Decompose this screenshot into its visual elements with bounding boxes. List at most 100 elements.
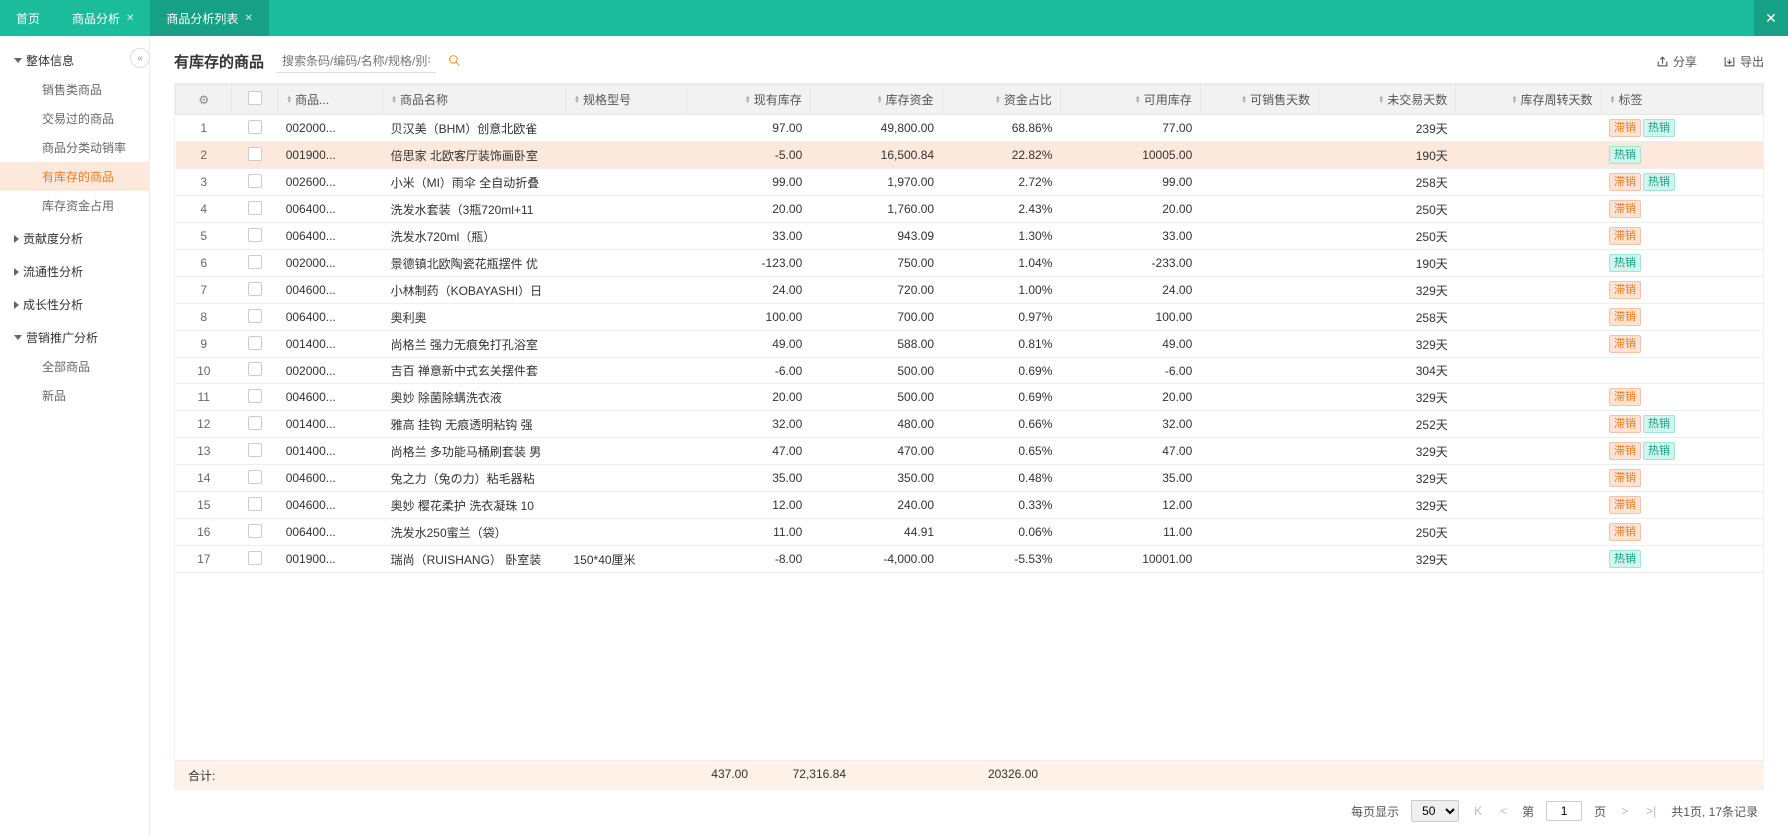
- table-row[interactable]: 16006400...洗发水250蜜兰（袋）11.0044.910.06%11.…: [176, 519, 1763, 546]
- sidebar-item[interactable]: 销售类商品: [0, 75, 149, 104]
- pagesize-select[interactable]: 50: [1411, 800, 1459, 822]
- sidebar-item[interactable]: 商品分类动销率: [0, 133, 149, 162]
- close-icon[interactable]: ✕: [126, 13, 134, 24]
- column-header-nodeal[interactable]: ▲▼未交易天数: [1319, 85, 1456, 115]
- table-row[interactable]: 15004600...奥妙 樱花柔护 洗衣凝珠 1012.00240.000.3…: [176, 492, 1763, 519]
- cell-turnover: [1456, 384, 1601, 411]
- search-input[interactable]: [276, 50, 436, 73]
- table-row[interactable]: 10002000...吉百 禅意新中式玄关摆件套-6.00500.000.69%…: [176, 358, 1763, 384]
- table-row[interactable]: 3002600...小米（MI）雨伞 全自动折叠99.001,970.002.7…: [176, 169, 1763, 196]
- row-checkbox[interactable]: [248, 228, 262, 242]
- tab-label: 商品分析: [72, 10, 120, 27]
- cell-code: 002600...: [278, 169, 383, 196]
- table-row[interactable]: 12001400...雅高 挂钩 无痕透明粘钩 强32.00480.000.66…: [176, 411, 1763, 438]
- cell-turnover: [1456, 411, 1601, 438]
- row-checkbox[interactable]: [248, 147, 262, 161]
- table-row[interactable]: 6002000...景德镇北欧陶瓷花瓶摆件 优-123.00750.001.04…: [176, 250, 1763, 277]
- table-row[interactable]: 13001400...尚格兰 多功能马桶刷套装 男47.00470.000.65…: [176, 438, 1763, 465]
- cell-stock: 33.00: [687, 223, 811, 250]
- row-checkbox[interactable]: [248, 470, 262, 484]
- gear-icon[interactable]: ⚙: [198, 93, 209, 107]
- pager-last-button[interactable]: >|: [1643, 804, 1659, 818]
- cell-capital: 500.00: [810, 384, 942, 411]
- row-checkbox[interactable]: [248, 120, 262, 134]
- cell-tags: 滞销: [1601, 492, 1762, 519]
- table-row[interactable]: 9001400...尚格兰 强力无痕免打孔浴室49.00588.000.81%4…: [176, 331, 1763, 358]
- search-icon[interactable]: [448, 54, 461, 70]
- column-header-code[interactable]: ▲▼商品...: [278, 85, 383, 115]
- row-check-cell: [232, 250, 278, 277]
- row-checkbox[interactable]: [248, 282, 262, 296]
- table-row[interactable]: 11004600...奥妙 除菌除螨洗衣液20.00500.000.69%20.…: [176, 384, 1763, 411]
- cell-tags: 滞销热销: [1601, 169, 1762, 196]
- row-checkbox[interactable]: [248, 389, 262, 403]
- cell-ratio: 0.97%: [942, 304, 1060, 331]
- table-row[interactable]: 7004600...小林制药（KOBAYASHI）日24.00720.001.0…: [176, 277, 1763, 304]
- row-checkbox[interactable]: [248, 309, 262, 323]
- row-checkbox[interactable]: [248, 201, 262, 215]
- menu-group-title[interactable]: 贡献度分析: [0, 224, 149, 253]
- table-row[interactable]: 1002000...贝汉美（BHM）创意北欧雀97.0049,800.0068.…: [176, 115, 1763, 142]
- menu-group-title[interactable]: 成长性分析: [0, 290, 149, 319]
- select-all-checkbox[interactable]: [248, 91, 262, 105]
- column-header-spec[interactable]: ▲▼规格型号: [566, 85, 687, 115]
- tab-analysis-list[interactable]: 商品分析列表 ✕: [150, 0, 268, 36]
- row-checkbox[interactable]: [248, 551, 262, 565]
- cell-saledays: [1200, 115, 1318, 142]
- collapse-sidebar-button[interactable]: «: [130, 48, 150, 68]
- pager-prev-button[interactable]: <: [1497, 804, 1510, 818]
- cell-turnover: [1456, 169, 1601, 196]
- table-row[interactable]: 4006400...洗发水套装（3瓶720ml+1120.001,760.002…: [176, 196, 1763, 223]
- sidebar-item[interactable]: 有库存的商品: [0, 162, 149, 191]
- cell-code: 001400...: [278, 331, 383, 358]
- column-header-name[interactable]: ▲▼商品名称: [383, 85, 566, 115]
- table-row[interactable]: 8006400...奥利奥100.00700.000.97%100.00258天…: [176, 304, 1763, 331]
- pager-first-button[interactable]: K: [1471, 804, 1485, 818]
- cell-nodeal: 329天: [1319, 492, 1456, 519]
- tab-analysis[interactable]: 商品分析 ✕: [56, 0, 150, 36]
- column-header-turnover[interactable]: ▲▼库存周转天数: [1456, 85, 1601, 115]
- column-header-tags[interactable]: ▲▼标签: [1601, 85, 1762, 115]
- cell-nodeal: 258天: [1319, 304, 1456, 331]
- table-row[interactable]: 14004600...兔之力（兔の力）粘毛器粘35.00350.000.48%3…: [176, 465, 1763, 492]
- row-checkbox[interactable]: [248, 174, 262, 188]
- sidebar-item[interactable]: 全部商品: [0, 352, 149, 381]
- close-icon[interactable]: ✕: [244, 13, 252, 24]
- cell-ratio: 0.81%: [942, 331, 1060, 358]
- sidebar-item[interactable]: 新品: [0, 381, 149, 410]
- row-checkbox[interactable]: [248, 255, 262, 269]
- row-checkbox[interactable]: [248, 497, 262, 511]
- table-row[interactable]: 5006400...洗发水720ml（瓶）33.00943.091.30%33.…: [176, 223, 1763, 250]
- share-button[interactable]: 分享: [1656, 53, 1697, 70]
- column-header-capital[interactable]: ▲▼库存资金: [810, 85, 942, 115]
- pager-page-input[interactable]: [1546, 801, 1582, 821]
- menu-group-title[interactable]: 营销推广分析: [0, 323, 149, 352]
- sort-icon: ▲▼: [1610, 96, 1616, 104]
- export-button[interactable]: 导出: [1723, 53, 1764, 70]
- pager-next-button[interactable]: >: [1618, 804, 1631, 818]
- sidebar-item[interactable]: 库存资金占用: [0, 191, 149, 220]
- tabbar-close-button[interactable]: ✕: [1754, 0, 1788, 36]
- row-checkbox[interactable]: [248, 416, 262, 430]
- row-checkbox[interactable]: [248, 362, 262, 376]
- row-index: 5: [176, 223, 232, 250]
- column-header-ratio[interactable]: ▲▼资金占比: [942, 85, 1060, 115]
- row-index: 7: [176, 277, 232, 304]
- sidebar-item[interactable]: 交易过的商品: [0, 104, 149, 133]
- cell-ratio: 22.82%: [942, 142, 1060, 169]
- row-checkbox[interactable]: [248, 524, 262, 538]
- row-checkbox[interactable]: [248, 443, 262, 457]
- column-header-avail[interactable]: ▲▼可用库存: [1060, 85, 1200, 115]
- column-header-saledays[interactable]: ▲▼可销售天数: [1200, 85, 1318, 115]
- menu-group-title[interactable]: 流通性分析: [0, 257, 149, 286]
- row-checkbox[interactable]: [248, 336, 262, 350]
- cell-spec: [566, 411, 687, 438]
- table-row[interactable]: 17001900...瑞尚（RUISHANG） 卧室装150*40厘米-8.00…: [176, 546, 1763, 573]
- cell-spec: [566, 331, 687, 358]
- cell-name: 洗发水720ml（瓶）: [383, 223, 566, 250]
- menu-group-title[interactable]: 整体信息: [0, 46, 149, 75]
- table-row[interactable]: 2001900...倍思家 北欧客厅装饰画卧室-5.0016,500.8422.…: [176, 142, 1763, 169]
- column-header-stock[interactable]: ▲▼现有库存: [687, 85, 811, 115]
- tab-home[interactable]: 首页: [0, 0, 56, 36]
- status-tag: 滞销: [1609, 308, 1641, 326]
